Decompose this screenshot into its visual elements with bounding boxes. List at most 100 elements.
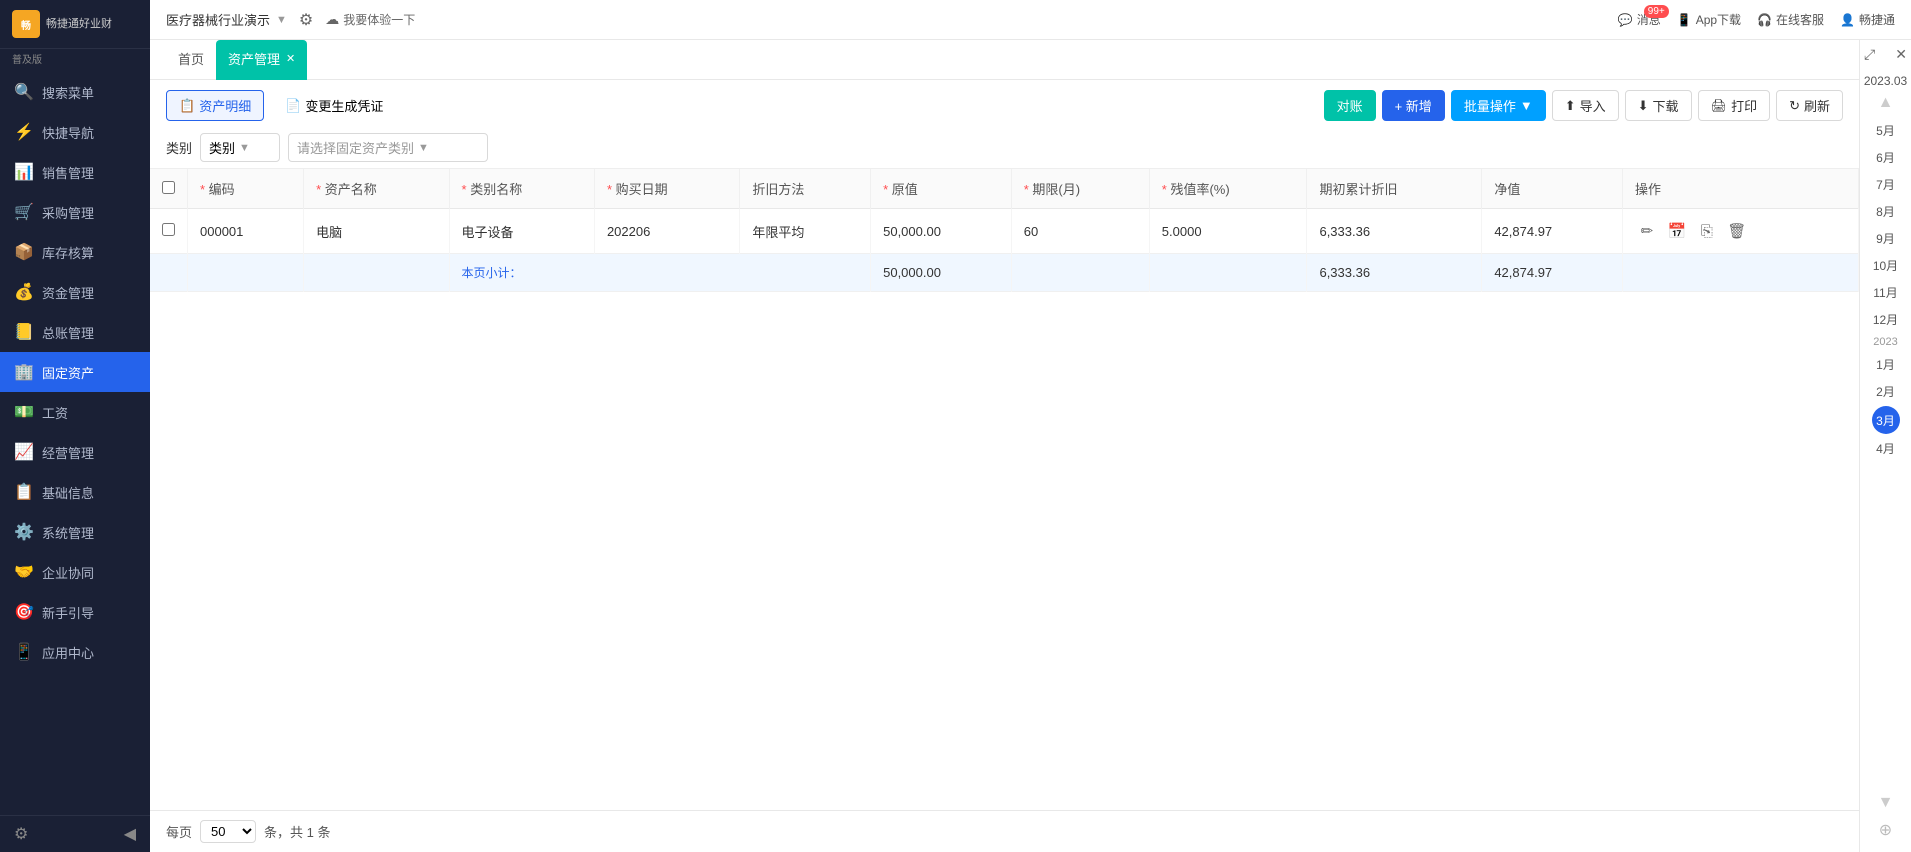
- header-code: 编码: [188, 169, 304, 209]
- subtotal-net-value: 42,874.97: [1482, 254, 1623, 292]
- row-checkbox[interactable]: [162, 223, 175, 236]
- month-item[interactable]: 7月: [1860, 172, 1911, 197]
- panel-expand-icon[interactable]: ⤢: [1864, 46, 1875, 63]
- sidebar-icon-enterprise: 🤝: [14, 562, 34, 582]
- sidebar-icon-quick-nav: ⚡: [14, 122, 34, 142]
- edit-icon[interactable]: ✏: [1635, 219, 1659, 243]
- sidebar-item-finance[interactable]: 💰 资金管理: [0, 272, 150, 312]
- sidebar-icon-management: 📈: [14, 442, 34, 462]
- subtotal-row: 本页小计： 50,000.00 6,333.36 42,874.97: [150, 254, 1859, 292]
- sidebar-item-fixed-assets[interactable]: 🏢 固定资产: [0, 352, 150, 392]
- tab-home[interactable]: 首页: [166, 40, 216, 80]
- month-item[interactable]: 1月: [1860, 352, 1911, 377]
- depreciation-icon[interactable]: 📅: [1665, 219, 1689, 243]
- sidebar-icon-basic-info: 📋: [14, 482, 34, 502]
- row-category: 电子设备: [449, 209, 594, 254]
- cloud-icon: ☁: [325, 11, 339, 28]
- import-button[interactable]: ⬆ 导入: [1552, 90, 1619, 121]
- select-all-checkbox[interactable]: [162, 181, 175, 194]
- header-net-value: 净值: [1482, 169, 1623, 209]
- topbar-item-messages[interactable]: 💬 消息 99+: [1618, 11, 1661, 28]
- month-item[interactable]: 10月: [1860, 253, 1911, 278]
- sidebar-item-enterprise[interactable]: 🤝 企业协同: [0, 552, 150, 592]
- month-item[interactable]: 4月: [1860, 436, 1911, 461]
- category-input[interactable]: 请选择固定资产类别 ▼: [288, 133, 488, 162]
- download-button[interactable]: ⬇ 下载: [1625, 90, 1692, 121]
- company-selector[interactable]: 医疗器械行业演示 ▼: [166, 10, 287, 29]
- month-item[interactable]: 2月: [1860, 379, 1911, 404]
- sidebar-item-purchase[interactable]: 🛒 采购管理: [0, 192, 150, 232]
- asset-detail-label: 资产明细: [199, 96, 251, 115]
- delete-icon[interactable]: 🗑: [1725, 219, 1749, 243]
- sidebar-item-inventory[interactable]: 📦 库存核算: [0, 232, 150, 272]
- table-header-row: 编码 资产名称 类别名称 购买日期 折旧方法 原值 期限(月) 残值率(%) 期…: [150, 169, 1859, 209]
- month-item[interactable]: 3月: [1872, 406, 1900, 434]
- sidebar-label-fixed-assets: 固定资产: [42, 363, 94, 382]
- subtotal-action-empty: [1622, 254, 1858, 292]
- month-item[interactable]: 9月: [1860, 226, 1911, 251]
- month-item[interactable]: 5月: [1860, 118, 1911, 143]
- month-item[interactable]: 8月: [1860, 199, 1911, 224]
- table-wrapper: 编码 资产名称 类别名称 购买日期 折旧方法 原值 期限(月) 残值率(%) 期…: [150, 169, 1859, 810]
- category-type-arrow: ▼: [239, 142, 250, 154]
- sidebar-item-payroll[interactable]: 💵 工资: [0, 392, 150, 432]
- batch-button[interactable]: 批量操作 ▼: [1451, 90, 1546, 121]
- per-page-select[interactable]: 50 10 20 100: [200, 820, 256, 843]
- panel-up-arrow[interactable]: ▲: [1874, 90, 1898, 116]
- icon-user: 👤: [1840, 13, 1855, 27]
- tab-close-icon[interactable]: ✕: [286, 52, 295, 65]
- icon-messages: 💬: [1618, 13, 1633, 27]
- sidebar-item-quick-nav[interactable]: ⚡ 快捷导航: [0, 112, 150, 152]
- sub-tab-change-voucher[interactable]: 📄 变更生成凭证: [272, 90, 396, 121]
- sub-tab-asset-detail[interactable]: 📋 资产明细: [166, 90, 264, 121]
- sidebar-item-guide[interactable]: 🎯 新手引导: [0, 592, 150, 632]
- company-arrow-icon: ▼: [276, 14, 287, 26]
- topbar-item-online-service[interactable]: 🎧 在线客服: [1757, 11, 1824, 28]
- sidebar-label-management: 经营管理: [42, 443, 94, 462]
- header-accumulated-depreciation: 期初累计折旧: [1307, 169, 1482, 209]
- month-item[interactable]: 12月: [1860, 307, 1911, 332]
- copy-icon[interactable]: ⎘: [1695, 219, 1719, 243]
- main-wrapper: 医疗器械行业演示 ▼ ⚙ ☁ 我要体验一下 💬 消息 99+ 📱 App下载 🎧…: [150, 0, 1911, 852]
- sidebar-item-sales[interactable]: 📊 销售管理: [0, 152, 150, 192]
- sidebar-item-app-center[interactable]: 📱 应用中心: [0, 632, 150, 672]
- header-name: 资产名称: [304, 169, 449, 209]
- sidebar-item-search-menu[interactable]: 🔍 搜索菜单: [0, 72, 150, 112]
- sidebar-item-management[interactable]: 📈 经营管理: [0, 432, 150, 472]
- settings-icon[interactable]: ⚙: [14, 824, 28, 844]
- category-type-select[interactable]: 类别 ▼: [200, 133, 280, 162]
- sidebar-icon-finance: 💰: [14, 282, 34, 302]
- month-item[interactable]: 11月: [1860, 280, 1911, 305]
- print-button[interactable]: 🖨 打印: [1698, 90, 1771, 121]
- badge-messages: 99+: [1644, 5, 1669, 18]
- import-icon: ⬆: [1565, 98, 1576, 114]
- experience-button[interactable]: ☁ 我要体验一下: [325, 11, 415, 28]
- new-button[interactable]: + 新增: [1382, 90, 1445, 121]
- sidebar-label-enterprise: 企业协同: [42, 563, 94, 582]
- collapse-icon[interactable]: ◀: [124, 824, 136, 844]
- sidebar-icon-sales: 📊: [14, 162, 34, 182]
- edition-label: 普及版: [0, 49, 150, 72]
- topbar-item-app-download[interactable]: 📱 App下载: [1677, 11, 1741, 28]
- month-item[interactable]: 6月: [1860, 145, 1911, 170]
- sidebar-item-basic-info[interactable]: 📋 基础信息: [0, 472, 150, 512]
- month-list: 5月6月7月8月9月10月11月12月20231月2月3月4月: [1860, 118, 1911, 788]
- tab-asset-management[interactable]: 资产管理 ✕: [216, 40, 307, 80]
- sidebar-label-app-center: 应用中心: [42, 643, 94, 662]
- header-purchase-date: 购买日期: [594, 169, 739, 209]
- topbar-settings-icon[interactable]: ⚙: [299, 10, 313, 30]
- panel-down-arrow[interactable]: ▼: [1874, 790, 1898, 816]
- reconcile-button[interactable]: 对账: [1324, 90, 1376, 121]
- label-online-service: 在线客服: [1776, 11, 1824, 28]
- row-code: 000001: [188, 209, 304, 254]
- refresh-button[interactable]: ↻ 刷新: [1776, 90, 1843, 121]
- sidebar-item-system[interactable]: ⚙️ 系统管理: [0, 512, 150, 552]
- topbar-item-user[interactable]: 👤 畅捷通: [1840, 11, 1895, 28]
- sidebar-label-system: 系统管理: [42, 523, 94, 542]
- panel-close-icon[interactable]: ✕: [1895, 46, 1907, 63]
- asset-detail-icon: 📋: [179, 98, 195, 114]
- row-residual-rate: 5.0000: [1149, 209, 1307, 254]
- sidebar-item-ledger[interactable]: 📒 总账管理: [0, 312, 150, 352]
- panel-year-label[interactable]: 2023.03: [1860, 72, 1911, 90]
- panel-bottom-icon[interactable]: ⊕: [1875, 816, 1896, 844]
